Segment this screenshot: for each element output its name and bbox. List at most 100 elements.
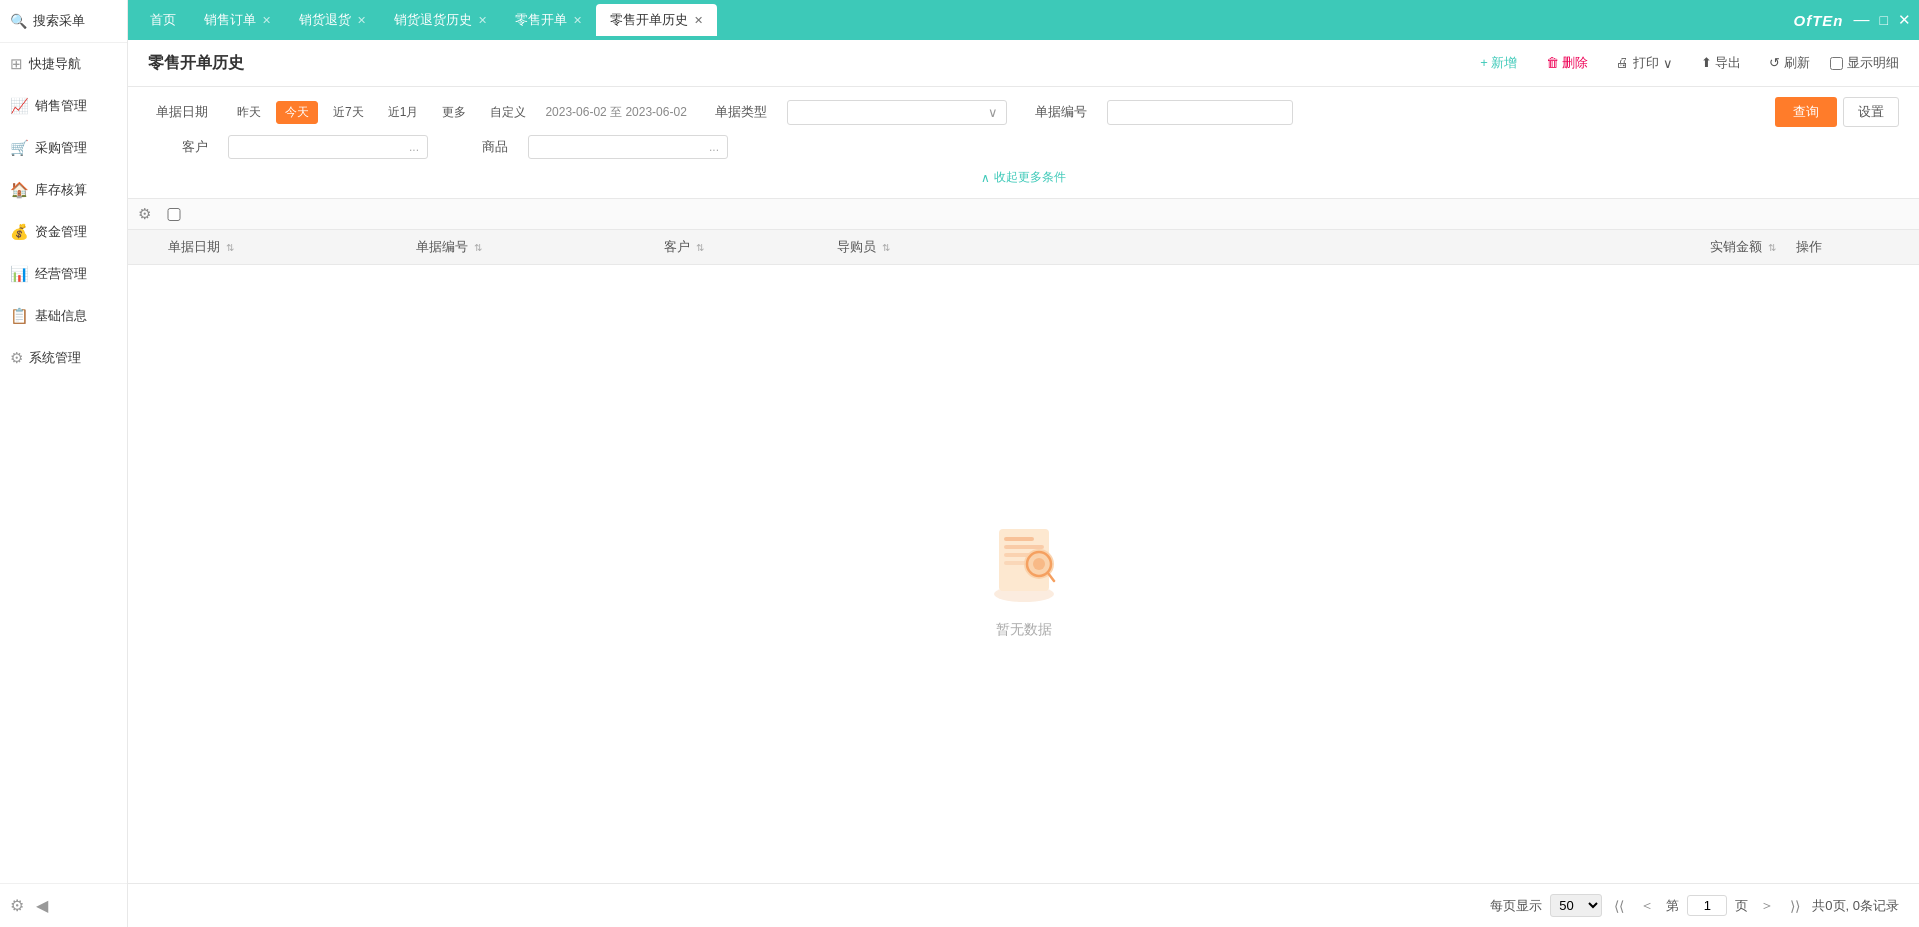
sidebar-item-quick-nav[interactable]: ⊞ 快捷导航 [0,43,127,85]
date-btn-custom[interactable]: 自定义 [481,101,535,124]
svg-rect-3 [1004,545,1044,549]
setting-button[interactable]: 设置 [1843,97,1899,127]
goods-label: 商品 [448,138,508,156]
tab-home[interactable]: 首页 [136,4,190,36]
page-suffix: 页 [1735,897,1748,915]
svg-rect-2 [1004,537,1034,541]
add-button[interactable]: + 新增 [1472,50,1525,76]
tab-close-icon[interactable]: ✕ [694,14,703,27]
customer-select[interactable]: ... [228,135,428,159]
tab-retail-open[interactable]: 零售开单 ✕ [501,4,596,36]
page-title: 零售开单历史 [148,53,244,74]
tab-close-icon[interactable]: ✕ [357,14,366,27]
delete-button[interactable]: 🗑 删除 [1538,50,1597,76]
tab-close-icon[interactable]: ✕ [573,14,582,27]
date-btn-yesterday[interactable]: 昨天 [228,101,270,124]
page-nav-first[interactable]: ⟨⟨ [1610,896,1628,916]
th-action-label: 操作 [1796,239,1822,254]
collapse-label: 收起更多条件 [994,169,1066,186]
sidebar-item-base-info[interactable]: 📋 基础信息 [0,295,127,337]
sort-icon-amount: ⇅ [1768,242,1776,253]
footer-settings-icon[interactable]: ⚙ [10,896,24,915]
tab-sales-return-history[interactable]: 销货退货历史 ✕ [380,4,501,36]
sidebar-item-label: 采购管理 [35,139,87,157]
th-guide-label: 导购员 [837,239,876,254]
tab-close-icon[interactable]: ✕ [262,14,271,27]
column-settings-icon[interactable]: ⚙ [138,205,151,223]
select-all-checkbox[interactable] [159,208,189,221]
search-icon: 🔍 [10,13,27,29]
export-button[interactable]: ⬆ 导出 [1693,50,1750,76]
refresh-button[interactable]: ↺ 刷新 [1761,50,1818,76]
page-nav-last[interactable]: ⟩⟩ [1786,896,1804,916]
date-range-display: 2023-06-02 至 2023-06-02 [545,104,686,121]
customer-ellipsis-icon: ... [409,140,419,154]
sidebar-item-purchase-mgmt[interactable]: 🛒 采购管理 [0,127,127,169]
window-close-icon[interactable]: ✕ [1898,11,1911,29]
th-customer[interactable]: 客户 ⇅ [654,230,827,265]
data-table: 单据日期 ⇅ 单据编号 ⇅ 客户 ⇅ 导购员 ⇅ [128,230,1919,265]
date-btn-more[interactable]: 更多 [433,101,475,124]
sidebar-item-sales-mgmt[interactable]: 📈 销售管理 [0,85,127,127]
doc-type-label: 单据类型 [707,103,767,121]
tab-sales-return-label: 销货退货 [299,11,351,29]
sidebar-item-label: 经营管理 [35,265,87,283]
page-nav-next[interactable]: ＞ [1756,895,1778,917]
page-nav-prev[interactable]: ＜ [1636,895,1658,917]
sidebar-item-label: 基础信息 [35,307,87,325]
query-button[interactable]: 查询 [1775,97,1837,127]
main-content: 首页 销售订单 ✕ 销货退货 ✕ 销货退货历史 ✕ 零售开单 ✕ 零售开单历史 … [128,0,1919,927]
tab-retail-history[interactable]: 零售开单历史 ✕ [596,4,717,36]
doc-no-input[interactable] [1107,100,1293,125]
window-minimize-icon[interactable]: — [1854,11,1870,29]
show-detail-label: 显示明细 [1847,54,1899,72]
footer-collapse-icon[interactable]: ◀ [36,896,48,915]
doc-type-dropdown-icon: ∨ [988,105,998,120]
filter-row-2: 客户 ... 商品 ... [148,135,1899,159]
date-btn-last7[interactable]: 近7天 [324,101,373,124]
th-date[interactable]: 单据日期 ⇅ [158,230,406,265]
inventory-icon: 🏠 [10,181,29,199]
th-no[interactable]: 单据编号 ⇅ [406,230,654,265]
th-amount[interactable]: 实销金额 ⇅ [1538,230,1786,265]
date-btn-today[interactable]: 今天 [276,101,318,124]
purchase-mgmt-icon: 🛒 [10,139,29,157]
show-detail-checkbox[interactable]: 显示明细 [1830,54,1899,72]
page-input[interactable] [1687,895,1727,916]
sort-icon-customer: ⇅ [696,242,704,253]
tab-sales-order[interactable]: 销售订单 ✕ [190,4,285,36]
empty-state-icon [974,509,1074,609]
sidebar-item-sys-mgmt[interactable]: ⚙ 系统管理 [0,337,127,379]
print-button[interactable]: 🖨 打印 ∨ [1608,50,1681,76]
th-guide[interactable]: 导购员 ⇅ [827,230,1037,265]
per-page-select[interactable]: 50 20 100 [1550,894,1602,917]
sidebar-search-label: 搜索采单 [33,12,85,30]
tab-bar: 首页 销售订单 ✕ 销货退货 ✕ 销货退货历史 ✕ 零售开单 ✕ 零售开单历史 … [128,0,1919,40]
th-checkbox [128,230,158,265]
goods-select[interactable]: ... [528,135,728,159]
th-date-label: 单据日期 [168,239,220,254]
customer-label: 客户 [148,138,208,156]
sort-icon-guide: ⇅ [882,242,890,253]
filter-area: 单据日期 昨天 今天 近7天 近1月 更多 自定义 2023-06-02 至 2… [128,87,1919,199]
show-detail-input[interactable] [1830,57,1843,70]
sidebar-item-operations[interactable]: 📊 经营管理 [0,253,127,295]
doc-type-select[interactable]: ∨ [787,100,1007,125]
page-header: 零售开单历史 + 新增 🗑 删除 🖨 打印 ∨ ⬆ 导出 ↺ 刷新 显示明细 [128,40,1919,87]
quick-nav-icon: ⊞ [10,55,23,73]
sidebar-item-label: 系统管理 [29,349,81,367]
sidebar-item-label: 库存核算 [35,181,87,199]
tab-sales-return[interactable]: 销货退货 ✕ [285,4,380,36]
brand-label: OfTEn [1794,12,1844,29]
sidebar-search[interactable]: 🔍 搜索采单 [0,0,127,43]
sidebar-item-inventory[interactable]: 🏠 库存核算 [0,169,127,211]
tab-close-icon[interactable]: ✕ [478,14,487,27]
window-maximize-icon[interactable]: □ [1880,12,1888,28]
collapse-row[interactable]: ∧ 收起更多条件 [148,167,1899,192]
sidebar-item-finance[interactable]: 💰 资金管理 [0,211,127,253]
total-text: 共0页, 0条记录 [1812,897,1899,915]
empty-text: 暂无数据 [996,621,1052,639]
doc-no-label: 单据编号 [1027,103,1087,121]
pagination: 每页显示 50 20 100 ⟨⟨ ＜ 第 页 ＞ ⟩⟩ 共0页, 0条记录 [128,883,1919,927]
date-btn-last1m[interactable]: 近1月 [379,101,428,124]
